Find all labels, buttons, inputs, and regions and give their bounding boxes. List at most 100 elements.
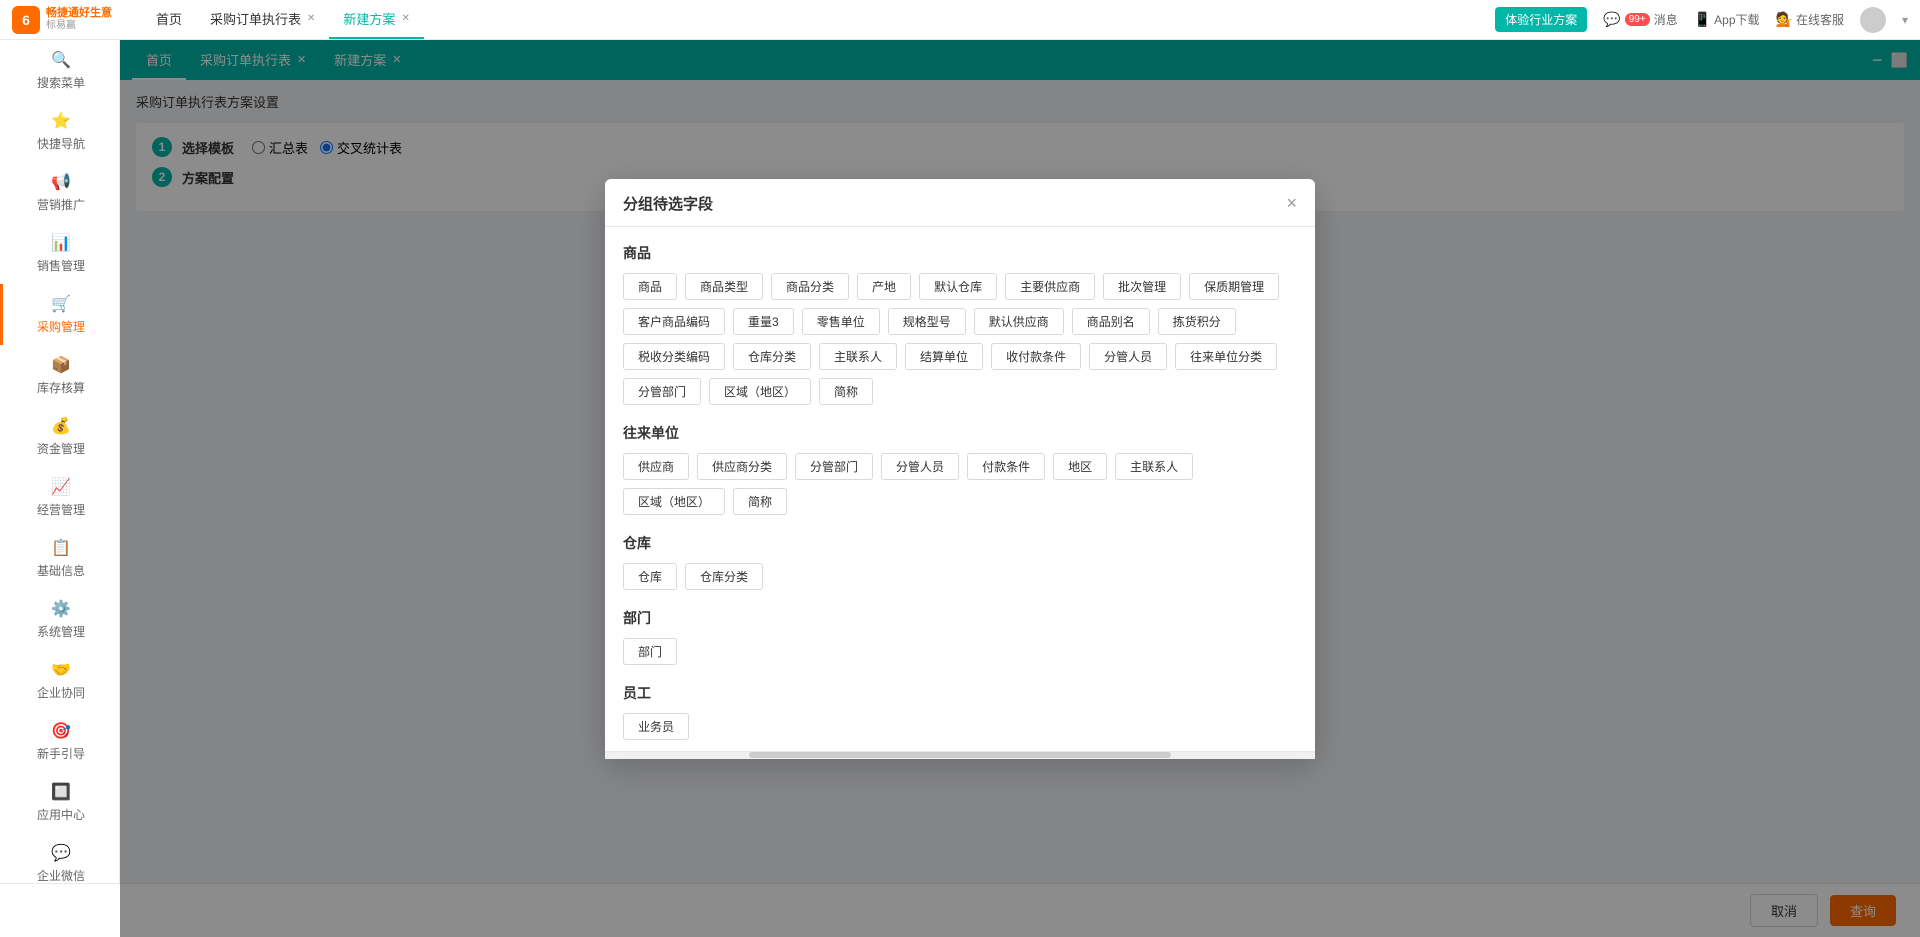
message-label: 消息 [1654,11,1678,28]
sales-icon: 📊 [51,233,71,253]
field-tag-warehouse-cat[interactable]: 仓库分类 [733,343,811,370]
field-tag-supplier-cat[interactable]: 供应商分类 [697,453,787,480]
field-tag-cp-short[interactable]: 简称 [733,488,787,515]
section-employee-title: 员工 [623,683,1297,703]
field-tag-tax-code[interactable]: 税收分类编码 [623,343,725,370]
field-tag-batch-mgmt[interactable]: 批次管理 [1103,273,1181,300]
wechat-icon: 💬 [51,843,71,863]
basic-info-icon: 📋 [51,538,71,558]
sidebar-item-inventory[interactable]: 📦 库存核算 [0,345,119,406]
modal-title: 分组待选字段 [623,193,713,214]
system-icon: ⚙️ [51,599,71,619]
field-tag-supplier[interactable]: 供应商 [623,453,689,480]
field-tag-warehouse-category[interactable]: 仓库分类 [685,563,763,590]
user-avatar[interactable] [1860,7,1886,33]
field-tag-payment-terms[interactable]: 收付款条件 [991,343,1081,370]
modal-body[interactable]: 商品 商品 商品类型 商品分类 产地 默认仓库 主要供应商 批次管理 保质期管理… [605,227,1315,751]
sidebar-item-corp-collab[interactable]: 🤝 企业协同 [0,650,119,711]
search-icon: 🔍 [51,50,71,70]
section-warehouse-title: 仓库 [623,533,1297,553]
message-badge: 99+ [1625,13,1650,26]
sidebar-item-system[interactable]: ⚙️ 系统管理 [0,589,119,650]
section-goods-title: 商品 [623,243,1297,263]
guide-icon: 🎯 [51,721,71,741]
field-tag-manager[interactable]: 分管人员 [1089,343,1167,370]
field-tag-cp-dept[interactable]: 分管部门 [795,453,873,480]
tab-purchase-list[interactable]: 采购订单执行表 ✕ [196,0,329,39]
sidebar-item-search[interactable]: 🔍 搜索菜单 [0,40,119,101]
field-select-modal: 分组待选字段 × 商品 商品 商品类型 商品分类 产地 默认仓库 主要供应商 批… [605,179,1315,759]
tab-home[interactable]: 首页 [142,0,196,39]
sidebar: 🔍 搜索菜单 ⭐ 快捷导航 📢 营销推广 📊 销售管理 🛒 采购管理 📦 库存核… [0,40,120,937]
section-warehouse: 仓库 仓库 仓库分类 [623,533,1297,590]
field-tag-goods[interactable]: 商品 [623,273,677,300]
sidebar-item-quick-nav[interactable]: ⭐ 快捷导航 [0,101,119,162]
tab-close-scheme[interactable]: ✕ [401,13,409,24]
field-tag-warehouse[interactable]: 仓库 [623,563,677,590]
sidebar-item-finance[interactable]: 💰 资金管理 [0,406,119,467]
sidebar-item-basic-info[interactable]: 📋 基础信息 [0,528,119,589]
user-dropdown-icon[interactable]: ▾ [1902,13,1908,27]
section-warehouse-grid: 仓库 仓库分类 [623,563,1297,590]
header-actions: 体验行业方案 💬 99+ 消息 📱 App下载 💁 在线客服 ▾ [1495,7,1908,33]
sidebar-item-operations[interactable]: 📈 经营管理 [0,467,119,528]
field-tag-default-supplier[interactable]: 默认供应商 [974,308,1064,335]
purchase-icon: 🛒 [51,294,71,314]
sidebar-item-app-center[interactable]: 🔲 应用中心 [0,772,119,833]
section-employee: 员工 业务员 [623,683,1297,740]
field-tag-department[interactable]: 部门 [623,638,677,665]
field-tag-salesperson[interactable]: 业务员 [623,713,689,740]
trial-btn[interactable]: 体验行业方案 [1495,7,1587,32]
app-download-btn[interactable]: 📱 App下载 [1694,11,1760,28]
section-department: 部门 部门 [623,608,1297,665]
message-btn[interactable]: 💬 99+ 消息 [1603,11,1677,28]
field-tag-customer-code[interactable]: 客户商品编码 [623,308,725,335]
operations-icon: 📈 [51,477,71,497]
sidebar-item-marketing[interactable]: 📢 营销推广 [0,162,119,223]
field-tag-transaction-cat[interactable]: 往来单位分类 [1175,343,1277,370]
field-tag-cp-area[interactable]: 区域（地区） [623,488,725,515]
field-tag-main-supplier[interactable]: 主要供应商 [1005,273,1095,300]
field-tag-expiry-mgmt[interactable]: 保质期管理 [1189,273,1279,300]
inventory-icon: 📦 [51,355,71,375]
sidebar-item-purchase[interactable]: 🛒 采购管理 [0,284,119,345]
field-tag-origin[interactable]: 产地 [857,273,911,300]
modal-header: 分组待选字段 × [605,179,1315,227]
field-tag-cp-payment[interactable]: 付款条件 [967,453,1045,480]
modal-hscroll-bar[interactable] [605,751,1315,759]
section-department-grid: 部门 [623,638,1297,665]
online-service-btn[interactable]: 💁 在线客服 [1776,11,1844,28]
field-tag-settlement-unit[interactable]: 结算单位 [905,343,983,370]
section-goods: 商品 商品 商品类型 商品分类 产地 默认仓库 主要供应商 批次管理 保质期管理… [623,243,1297,405]
field-tag-goods-alias[interactable]: 商品别名 [1072,308,1150,335]
section-goods-grid: 商品 商品类型 商品分类 产地 默认仓库 主要供应商 批次管理 保质期管理 客户… [623,273,1297,405]
field-tag-cp-manager[interactable]: 分管人员 [881,453,959,480]
field-tag-cp-region[interactable]: 地区 [1053,453,1107,480]
field-tag-default-warehouse[interactable]: 默认仓库 [919,273,997,300]
field-tag-retail-unit[interactable]: 零售单位 [802,308,880,335]
field-tag-spec-model[interactable]: 规格型号 [888,308,966,335]
tab-bar: 首页 采购订单执行表 ✕ 新建方案 ✕ [132,0,1495,39]
tab-close-purchase[interactable]: ✕ [307,13,315,24]
field-tag-goods-category[interactable]: 商品分类 [771,273,849,300]
corp-icon: 🤝 [51,660,71,680]
field-tag-cp-contact[interactable]: 主联系人 [1115,453,1193,480]
field-tag-dept[interactable]: 分管部门 [623,378,701,405]
app-logo-icon: 6 [12,6,40,34]
nav-pill-btn[interactable]: 体验行业方案 [1495,7,1587,32]
tab-new-scheme[interactable]: 新建方案 ✕ [329,0,423,39]
section-counterparty-title: 往来单位 [623,423,1297,443]
marketing-icon: 📢 [51,172,71,192]
field-tag-short-name[interactable]: 简称 [819,378,873,405]
sidebar-item-sales[interactable]: 📊 销售管理 [0,223,119,284]
field-tag-weight3[interactable]: 重量3 [733,308,794,335]
field-tag-pick-score[interactable]: 拣货积分 [1158,308,1236,335]
modal-close-button[interactable]: × [1286,193,1297,214]
finance-icon: 💰 [51,416,71,436]
sidebar-item-guide[interactable]: 🎯 新手引导 [0,711,119,772]
app-logo-text: 畅捷通好生意 标易赢 [46,7,112,32]
section-employee-grid: 业务员 [623,713,1297,740]
field-tag-goods-type[interactable]: 商品类型 [685,273,763,300]
field-tag-region-goods[interactable]: 区域（地区） [709,378,811,405]
field-tag-main-contact[interactable]: 主联系人 [819,343,897,370]
